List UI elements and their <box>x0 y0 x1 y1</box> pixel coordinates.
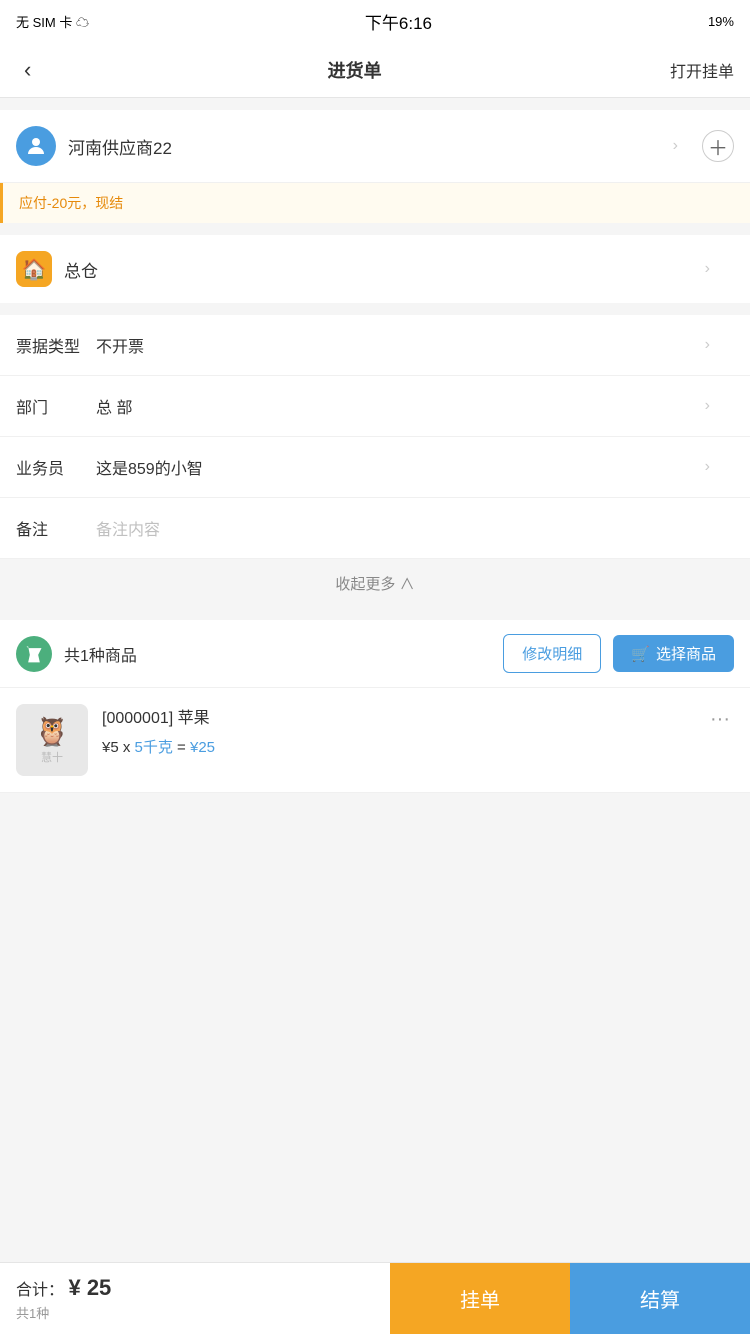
hang-order-button[interactable]: 挂单 <box>390 1263 570 1334</box>
warehouse-name: 总仓 <box>64 257 705 282</box>
product-name: [0000001] 苹果 <box>102 704 692 728</box>
salesperson-row[interactable]: 业务员 这是859的小智 › <box>0 437 750 498</box>
product-code: [0000001] <box>102 710 178 727</box>
bottom-padding <box>0 793 750 873</box>
add-supplier-button[interactable]: ＋ <box>702 130 734 162</box>
chevron-right-icon: › <box>705 397 710 415</box>
remark-row[interactable]: 备注 备注内容 <box>0 498 750 559</box>
dept-row[interactable]: 部门 总 部 › <box>0 376 750 437</box>
form-section: 票据类型 不开票 › 部门 总 部 › 业务员 这是859的小智 › 备注 备注… <box>0 315 750 559</box>
modify-detail-button[interactable]: 修改明细 <box>503 634 601 673</box>
brand-text: 慧十 <box>41 752 63 764</box>
gap-3 <box>0 303 750 315</box>
total-sub: 共1种 <box>16 1303 374 1322</box>
supplier-avatar <box>16 126 56 166</box>
page-title: 进货单 <box>328 57 382 83</box>
line-total: ¥25 <box>190 739 215 756</box>
supplier-row[interactable]: 河南供应商22 › ＋ <box>0 110 750 183</box>
total-amount: 合计： ¥ 25 <box>16 1275 374 1301</box>
equals-sign: = <box>177 739 190 756</box>
checkout-button[interactable]: 结算 <box>570 1263 750 1334</box>
unit-price: ¥5 x <box>102 739 135 756</box>
back-button[interactable]: ‹ <box>16 49 39 91</box>
supplier-name: 河南供应商22 <box>68 134 673 159</box>
collapse-button[interactable]: 收起更多 ∧ <box>0 559 750 608</box>
product-price: ¥5 x 5千克 = ¥25 <box>102 736 692 757</box>
owl-icon: 🦉 <box>35 715 70 748</box>
remark-value: 备注内容 <box>96 516 734 540</box>
notice-banner: 应付-20元，现结 <box>0 183 750 223</box>
bottom-bar: 合计： ¥ 25 共1种 挂单 结算 <box>0 1262 750 1334</box>
person-icon <box>24 134 48 158</box>
warehouse-row[interactable]: 🏠 总仓 › <box>0 235 750 303</box>
quantity: 5千克 <box>135 739 173 756</box>
status-bar: 无 SIM 卡 ☁ 下午6:16 19% <box>0 0 750 42</box>
remark-label: 备注 <box>16 516 96 540</box>
select-product-icon: 🛒 <box>631 645 650 663</box>
chevron-right-icon: › <box>705 458 710 476</box>
status-signal: 无 SIM 卡 ☁ <box>16 12 89 31</box>
select-product-button[interactable]: 🛒 选择商品 <box>613 635 734 672</box>
invoice-value: 不开票 <box>96 333 705 357</box>
chevron-right-icon: › <box>673 137 678 155</box>
product-menu-button[interactable]: ··· <box>706 704 734 735</box>
warehouse-icon: 🏠 <box>16 251 52 287</box>
product-thumbnail: 🦉 慧十 <box>16 704 88 776</box>
total-section: 合计： ¥ 25 共1种 <box>0 1275 390 1322</box>
salesperson-label: 业务员 <box>16 455 96 479</box>
chevron-right-icon: › <box>705 260 710 278</box>
product-item: 🦉 慧十 [0000001] 苹果 ¥5 x 5千克 = ¥25 ··· <box>0 688 750 793</box>
select-product-label: 选择商品 <box>656 643 716 664</box>
invoice-label: 票据类型 <box>16 333 96 357</box>
total-value: ¥ 25 <box>68 1275 111 1300</box>
salesperson-value: 这是859的小智 <box>96 455 705 479</box>
products-count: 共1种商品 <box>64 642 491 666</box>
product-title: 苹果 <box>178 710 210 727</box>
chevron-right-icon: › <box>705 336 710 354</box>
dept-label: 部门 <box>16 394 96 418</box>
product-info: [0000001] 苹果 ¥5 x 5千克 = ¥25 <box>102 704 692 757</box>
status-battery: 19% <box>708 14 734 29</box>
products-header: 共1种商品 修改明细 🛒 选择商品 <box>0 620 750 688</box>
invoice-type-row[interactable]: 票据类型 不开票 › <box>0 315 750 376</box>
nav-bar: ‹ 进货单 打开挂单 <box>0 42 750 98</box>
open-pending-button[interactable]: 打开挂单 <box>670 58 734 82</box>
dept-value: 总 部 <box>96 394 705 418</box>
gap-4 <box>0 608 750 620</box>
gap-2 <box>0 223 750 235</box>
status-time: 下午6:16 <box>365 9 432 34</box>
gap-1 <box>0 98 750 110</box>
supplier-section: 河南供应商22 › ＋ 应付-20元，现结 <box>0 110 750 223</box>
total-label: 合计： <box>16 1282 64 1299</box>
products-icon <box>16 636 52 672</box>
